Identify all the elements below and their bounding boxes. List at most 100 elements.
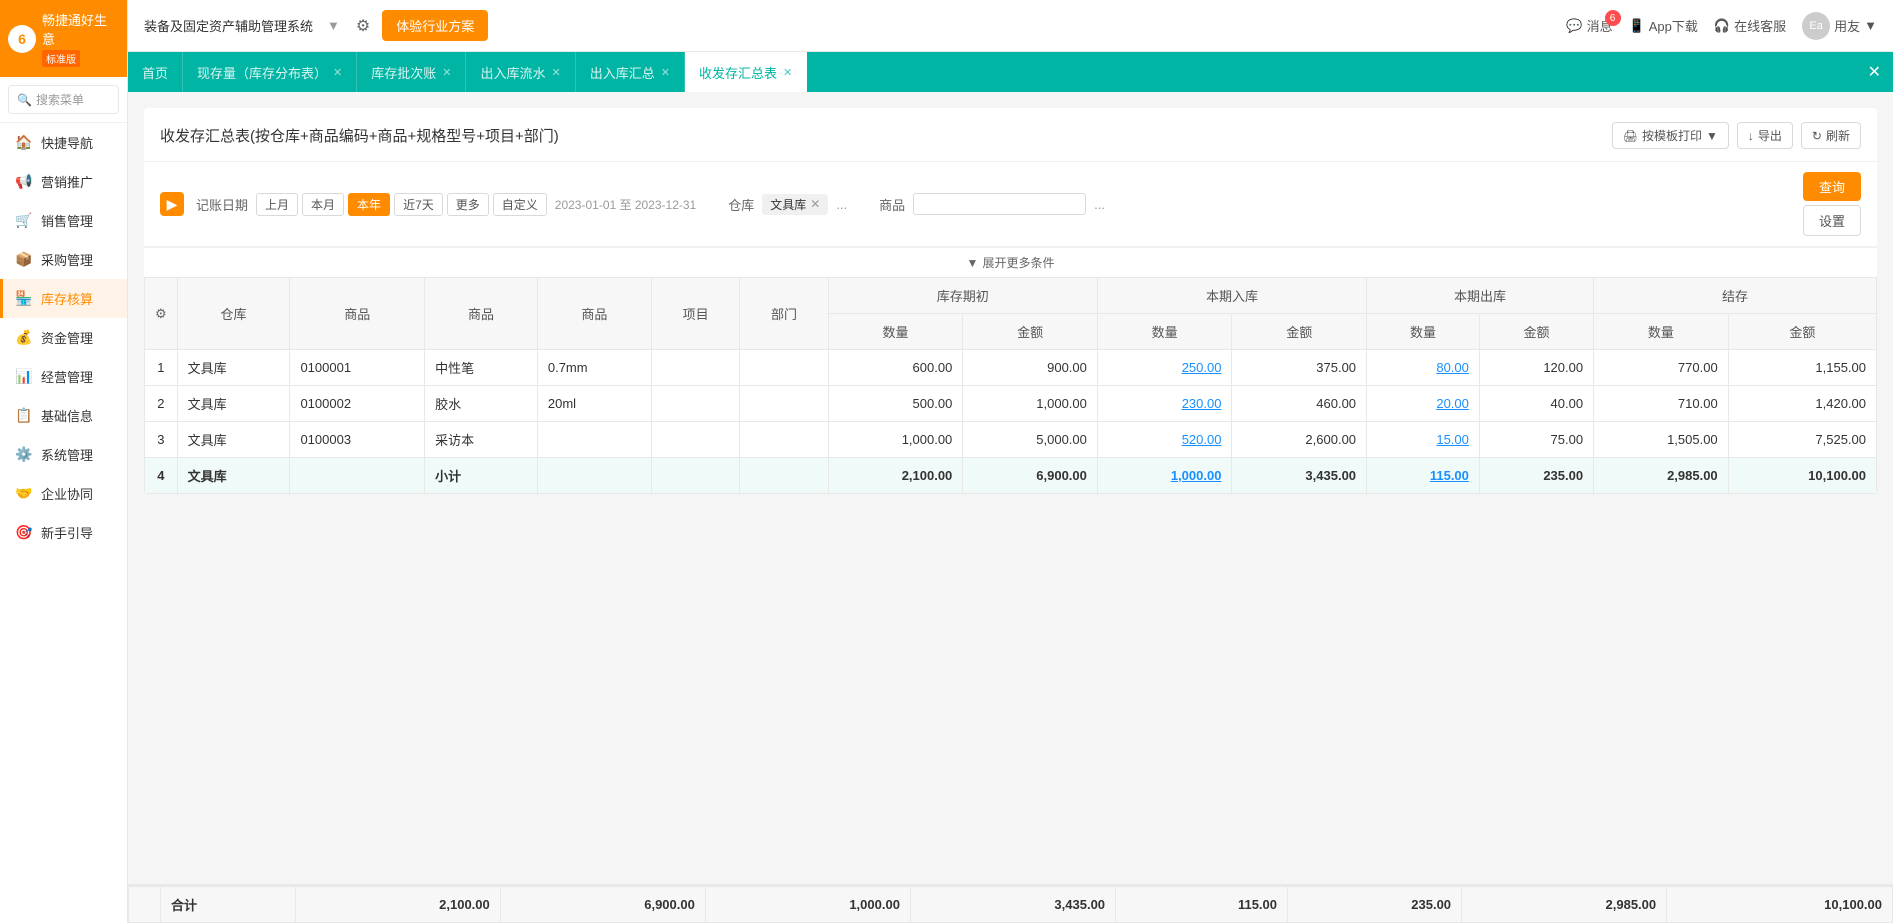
sidebar-item-purchase[interactable]: 📦 采购管理 xyxy=(0,240,127,279)
row-out-qty[interactable]: 15.00 xyxy=(1367,422,1480,458)
warehouse-value: 文具库 xyxy=(770,196,806,213)
sidebar-item-base[interactable]: 📋 基础信息 xyxy=(0,396,127,435)
date-btn-custom[interactable]: 自定义 xyxy=(493,193,547,216)
row-code xyxy=(290,458,425,494)
page-title-row: 收发存汇总表(按仓库+商品编码+商品+规格型号+项目+部门) 🖨 按模板打印 ▼… xyxy=(160,122,1861,149)
message-btn[interactable]: 💬 消息 6 xyxy=(1566,16,1612,35)
warehouse-label: 仓库 xyxy=(728,195,754,214)
out-qty-link[interactable]: 115.00 xyxy=(1430,468,1469,483)
tab-stockflow-summary-label: 收发存汇总表 xyxy=(699,63,777,82)
search-icon: 🔍 xyxy=(17,93,32,107)
out-qty-link[interactable]: 80.00 xyxy=(1436,360,1469,375)
date-btn-more[interactable]: 更多 xyxy=(447,193,489,216)
col-balance-header: 结存 xyxy=(1594,278,1877,314)
row-begin-amt: 5,000.00 xyxy=(963,422,1098,458)
date-btn-this-year[interactable]: 本年 xyxy=(348,193,390,216)
marketing-icon: 📢 xyxy=(15,173,33,190)
tab-stockflow-summary[interactable]: 收发存汇总表 ✕ xyxy=(685,52,807,92)
col-begin-amt-header: 金额 xyxy=(963,314,1098,350)
user-menu[interactable]: Ea 用友 ▼ xyxy=(1802,12,1877,40)
tab-inout-flow[interactable]: 出入库流水 ✕ xyxy=(466,52,575,92)
sidebar-item-sales[interactable]: 🛒 销售管理 xyxy=(0,201,127,240)
in-qty-link[interactable]: 230.00 xyxy=(1182,396,1222,411)
row-out-qty[interactable]: 80.00 xyxy=(1367,350,1480,386)
newbie-icon: 🎯 xyxy=(15,524,33,541)
date-buttons: 上月 本月 本年 近7天 更多 自定义 xyxy=(256,193,547,216)
tab-home[interactable]: 首页 xyxy=(128,52,183,92)
row-project xyxy=(652,422,740,458)
table-body: 1 文具库 0100001 中性笔 0.7mm 600.00 900.00 25… xyxy=(145,350,1877,494)
tab-close-icon[interactable]: ✕ xyxy=(442,66,451,79)
in-qty-link[interactable]: 1,000.00 xyxy=(1171,468,1222,483)
settings-icon[interactable]: ⚙ xyxy=(356,16,370,36)
row-in-amt: 460.00 xyxy=(1232,386,1367,422)
warehouse-more-btn[interactable]: ... xyxy=(836,197,847,212)
tab-close-icon[interactable]: ✕ xyxy=(661,66,670,79)
row-no: 1 xyxy=(145,350,178,386)
out-qty-link[interactable]: 20.00 xyxy=(1436,396,1469,411)
refresh-btn[interactable]: ↻ 刷新 xyxy=(1801,122,1861,149)
sidebar-item-inventory[interactable]: 🏪 库存核算 xyxy=(0,279,127,318)
goods-input[interactable] xyxy=(913,193,1086,215)
sidebar-item-operation[interactable]: 📊 经营管理 xyxy=(0,357,127,396)
filter-toggle-btn[interactable]: ▶ xyxy=(160,192,184,216)
close-all-tabs-btn[interactable]: ✕ xyxy=(1856,62,1893,82)
row-spec xyxy=(537,422,651,458)
out-qty-link[interactable]: 15.00 xyxy=(1436,432,1469,447)
row-in-qty[interactable]: 1,000.00 xyxy=(1097,458,1232,494)
row-bal-qty: 770.00 xyxy=(1594,350,1729,386)
col-bal-qty-header: 数量 xyxy=(1594,314,1729,350)
date-btn-this-month[interactable]: 本月 xyxy=(302,193,344,216)
expand-filter-btn[interactable]: ▼ 展开更多条件 xyxy=(144,247,1877,277)
sidebar-item-quick[interactable]: 🏠 快捷导航 xyxy=(0,123,127,162)
query-btn[interactable]: 查询 xyxy=(1803,172,1861,201)
operation-icon: 📊 xyxy=(15,368,33,385)
row-begin-qty: 500.00 xyxy=(828,386,963,422)
row-bal-amt: 10,100.00 xyxy=(1728,458,1876,494)
remove-warehouse-btn[interactable]: ✕ xyxy=(810,197,820,211)
sidebar-item-collab[interactable]: 🤝 企业协同 xyxy=(0,474,127,513)
phone-icon: 📱 xyxy=(1629,18,1645,34)
footer-begin-qty: 2,100.00 xyxy=(295,887,500,923)
row-in-qty[interactable]: 230.00 xyxy=(1097,386,1232,422)
tab-batch[interactable]: 库存批次账 ✕ xyxy=(357,52,466,92)
online-service-btn[interactable]: 🎧 在线客服 xyxy=(1714,16,1786,35)
sidebar-item-finance[interactable]: 💰 资金管理 xyxy=(0,318,127,357)
filter-settings-btn[interactable]: 设置 xyxy=(1803,205,1861,236)
tab-close-icon[interactable]: ✕ xyxy=(552,66,561,79)
row-dept xyxy=(740,422,828,458)
tab-inout-summary[interactable]: 出入库汇总 ✕ xyxy=(576,52,685,92)
export-btn[interactable]: ↓ 导出 xyxy=(1737,122,1793,149)
warehouse-tag: 文具库 ✕ xyxy=(762,194,828,215)
col-settings-icon[interactable]: ⚙ xyxy=(155,306,167,321)
trial-btn[interactable]: 体验行业方案 xyxy=(382,10,488,41)
row-out-qty[interactable]: 20.00 xyxy=(1367,386,1480,422)
sidebar-item-system[interactable]: ⚙️ 系统管理 xyxy=(0,435,127,474)
date-btn-7days[interactable]: 近7天 xyxy=(394,193,443,216)
tab-close-icon[interactable]: ✕ xyxy=(783,66,792,79)
footer-table: 合计 2,100.00 6,900.00 1,000.00 3,435.00 1… xyxy=(128,886,1893,923)
logo-icon: 6 xyxy=(8,25,36,53)
row-code: 0100002 xyxy=(290,386,425,422)
print-btn[interactable]: 🖨 按模板打印 ▼ xyxy=(1612,122,1729,149)
row-out-amt: 75.00 xyxy=(1479,422,1593,458)
app-download-btn[interactable]: 📱 App下载 xyxy=(1629,16,1698,35)
row-name: 胶水 xyxy=(425,386,538,422)
row-no: 3 xyxy=(145,422,178,458)
in-qty-link[interactable]: 520.00 xyxy=(1182,432,1222,447)
in-qty-link[interactable]: 250.00 xyxy=(1182,360,1222,375)
sidebar-item-newbie[interactable]: 🎯 新手引导 xyxy=(0,513,127,552)
date-btn-last-month[interactable]: 上月 xyxy=(256,193,298,216)
row-in-qty[interactable]: 520.00 xyxy=(1097,422,1232,458)
row-no: 2 xyxy=(145,386,178,422)
tab-inventory-dist[interactable]: 现存量（库存分布表） ✕ xyxy=(183,52,357,92)
col-period-out-header: 本期出库 xyxy=(1367,278,1594,314)
message-badge: 6 xyxy=(1605,10,1621,26)
sidebar-item-marketing[interactable]: 📢 营销推广 xyxy=(0,162,127,201)
topbar: 装备及固定资产辅助管理系统 ▼ ⚙ 体验行业方案 💬 消息 6 📱 App下载 … xyxy=(128,0,1893,52)
row-in-qty[interactable]: 250.00 xyxy=(1097,350,1232,386)
search-menu-button[interactable]: 🔍 搜索菜单 xyxy=(8,85,119,114)
goods-more-btn[interactable]: ... xyxy=(1094,197,1105,212)
tab-close-icon[interactable]: ✕ xyxy=(333,66,342,79)
row-out-qty[interactable]: 115.00 xyxy=(1367,458,1480,494)
